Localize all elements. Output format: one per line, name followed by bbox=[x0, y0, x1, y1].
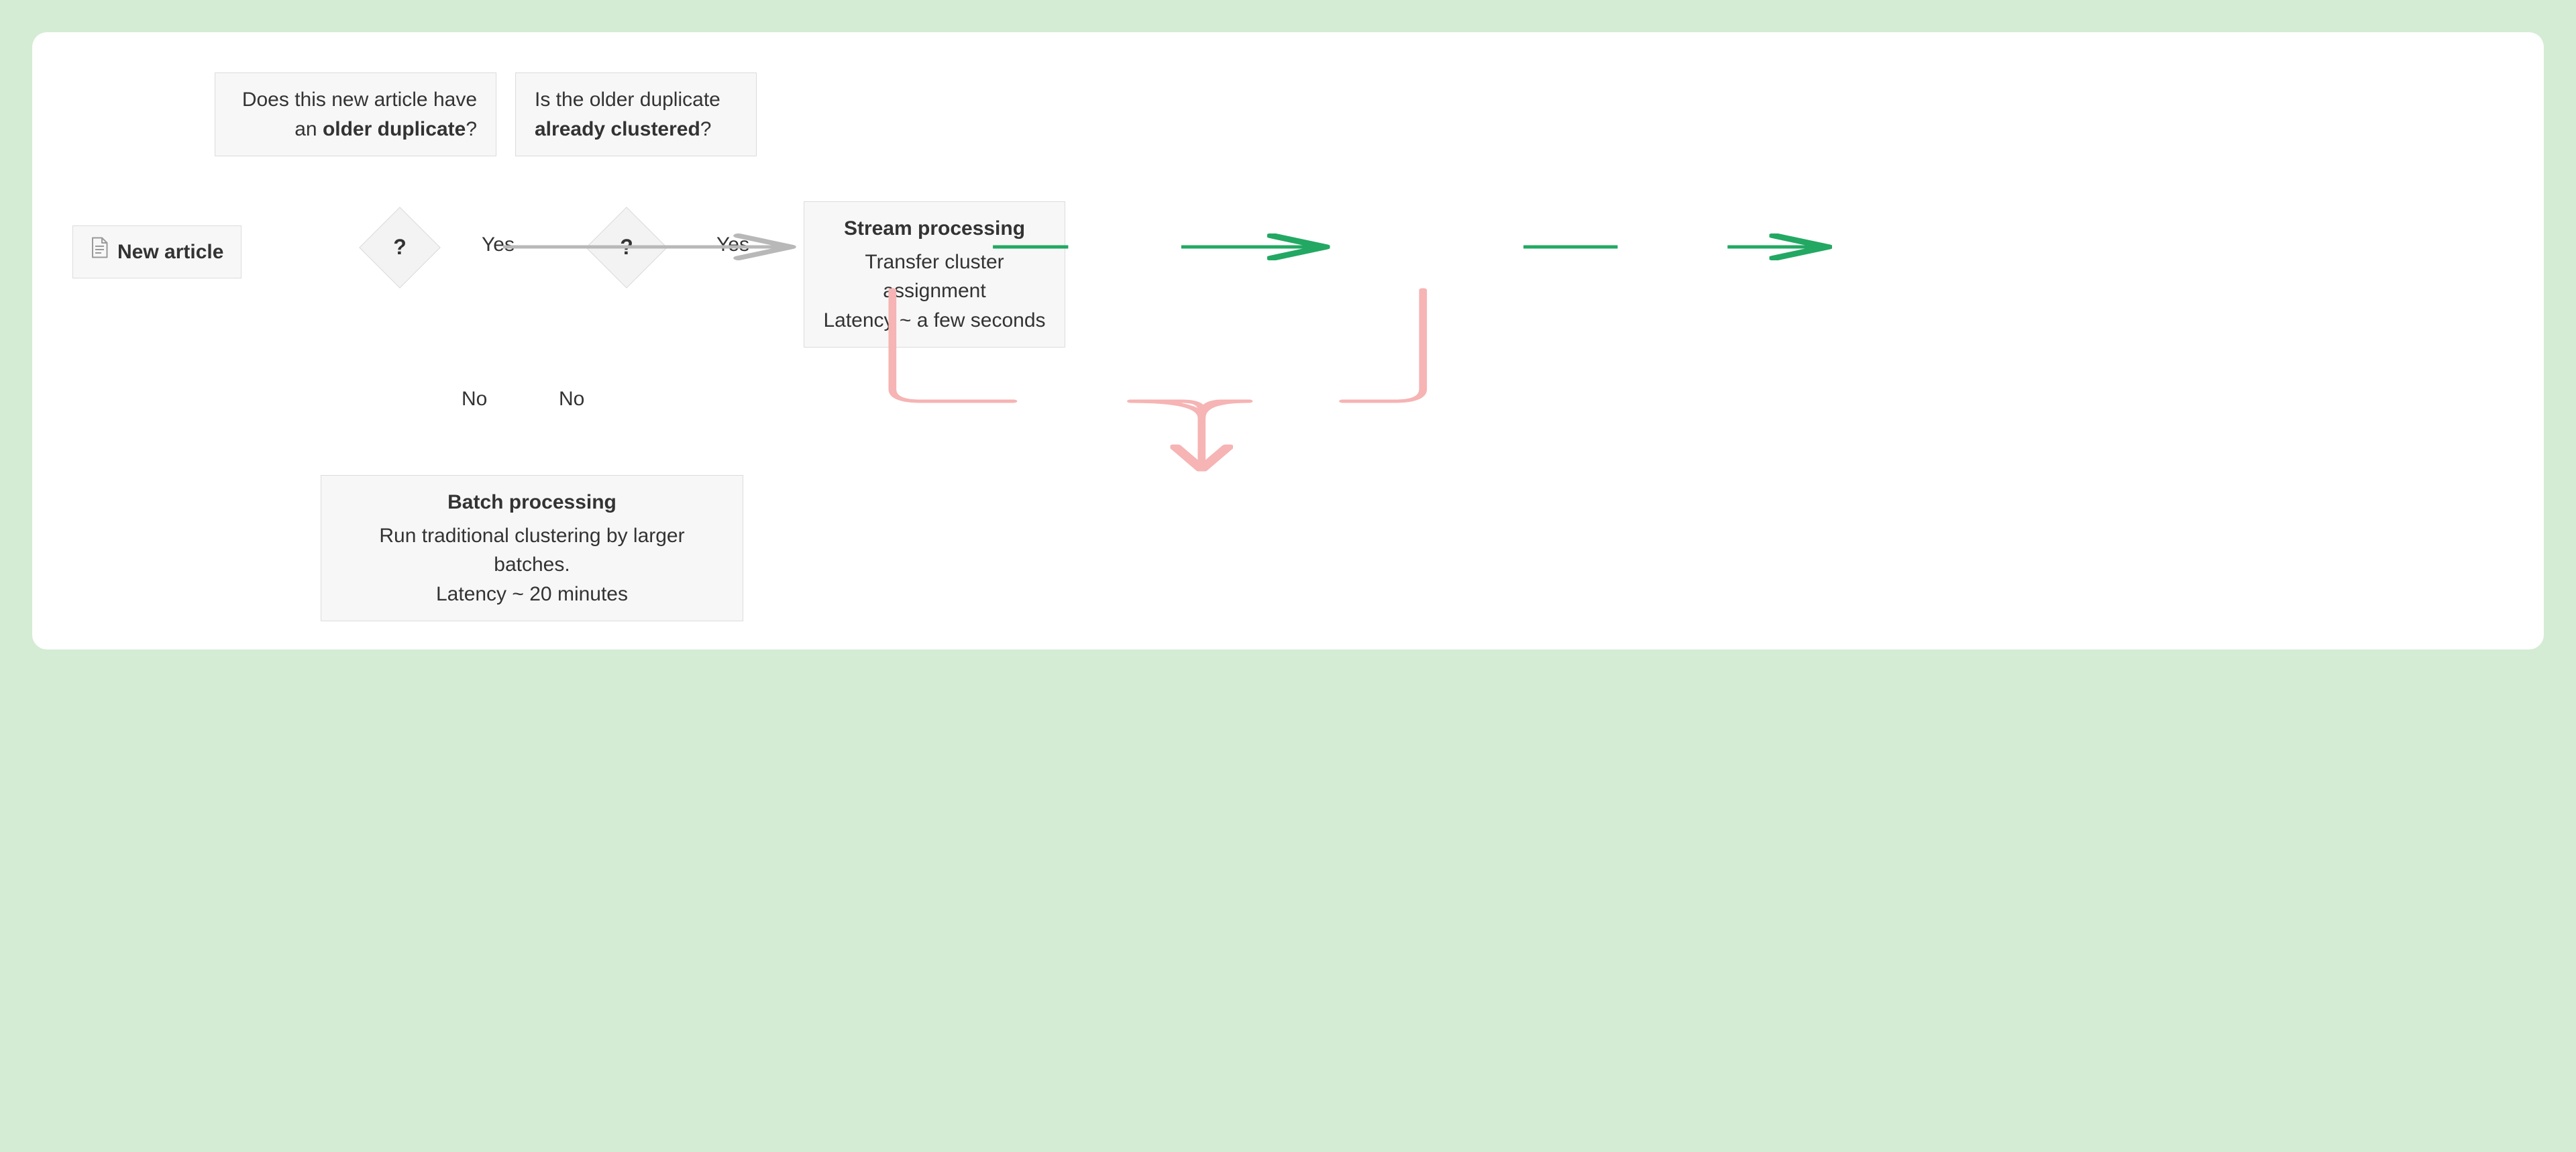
decision-1-mark: ? bbox=[386, 235, 413, 260]
stream-title: Stream processing bbox=[823, 214, 1046, 244]
batch-result: Batch processing Run traditional cluster… bbox=[321, 475, 743, 621]
stream-result: Stream processing Transfer cluster assig… bbox=[804, 201, 1065, 348]
edge-no-2: No bbox=[559, 388, 584, 411]
batch-line1: Run traditional clustering by larger bat… bbox=[379, 525, 684, 576]
start-label: New article bbox=[117, 238, 223, 267]
q2-line2-bold: already clustered bbox=[535, 118, 700, 140]
decision-2-mark: ? bbox=[613, 235, 640, 260]
edge-no-1: No bbox=[462, 388, 487, 411]
batch-line2: Latency ~ 20 minutes bbox=[436, 583, 628, 605]
q1-line2-post: ? bbox=[466, 118, 477, 140]
edge-yes-1: Yes bbox=[482, 233, 515, 256]
question-box-1: Does this new article have an older dupl… bbox=[215, 72, 496, 156]
flow-diagram: Does this new article have an older dupl… bbox=[32, 32, 2544, 649]
q1-line2-bold: older duplicate bbox=[323, 118, 466, 140]
edge-yes-2: Yes bbox=[716, 233, 749, 256]
document-icon bbox=[91, 237, 108, 267]
start-node: New article bbox=[72, 225, 241, 278]
q1-line2-pre: an bbox=[294, 118, 323, 140]
stream-line2: Latency ~ a few seconds bbox=[823, 309, 1045, 331]
q2-line2-post: ? bbox=[700, 118, 712, 140]
q2-line1: Is the older duplicate bbox=[535, 89, 720, 111]
question-box-2: Is the older duplicate already clustered… bbox=[515, 72, 757, 156]
stream-line1: Transfer cluster assignment bbox=[865, 251, 1004, 303]
q1-line1: Does this new article have bbox=[242, 89, 477, 111]
batch-title: Batch processing bbox=[340, 488, 724, 517]
